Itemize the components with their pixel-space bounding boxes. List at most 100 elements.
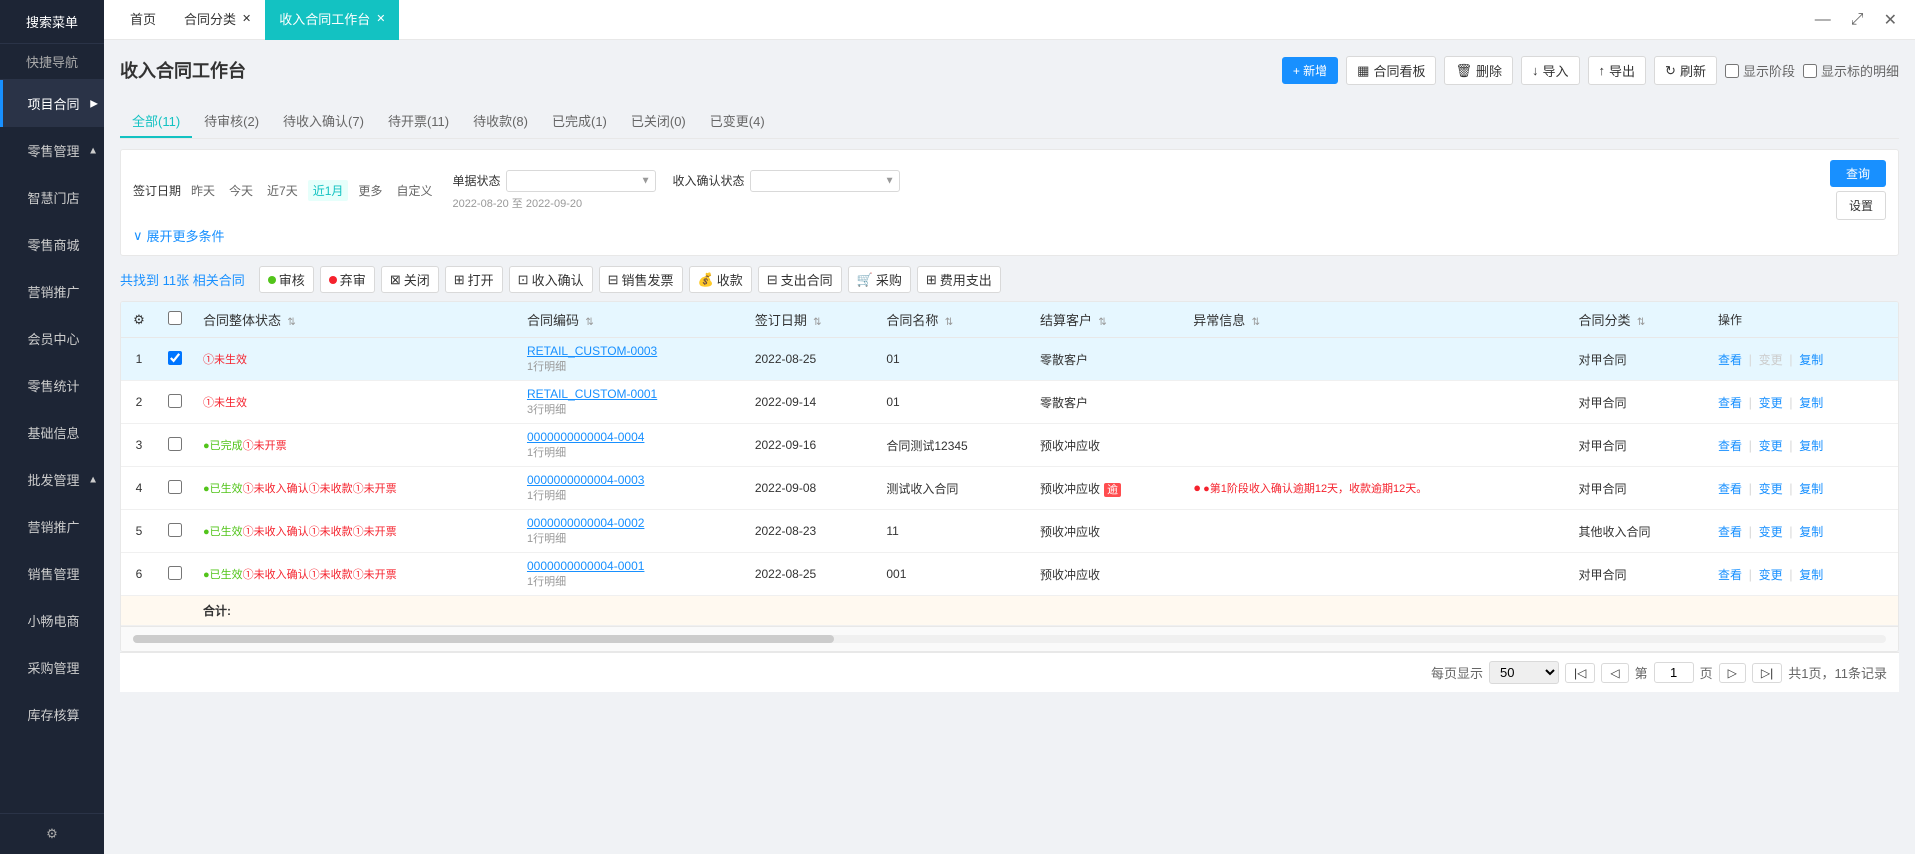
row-select-checkbox[interactable] <box>168 480 182 494</box>
contract-link[interactable]: 0000000000004-0004 <box>527 430 644 444</box>
sidebar-item-marketing2[interactable]: 营销推广 <box>0 503 104 550</box>
import-button[interactable]: ↓ 导入 <box>1521 56 1580 85</box>
today-link[interactable]: 今天 <box>225 180 257 201</box>
status-tab-changed[interactable]: 已变更(4) <box>698 105 777 138</box>
last-page-button[interactable]: ▷| <box>1752 663 1782 683</box>
refresh-button[interactable]: ↻ 刷新 <box>1654 56 1717 85</box>
status-tab-pending-review[interactable]: 待审核(2) <box>192 105 271 138</box>
op-查看[interactable]: 查看 <box>1718 568 1742 582</box>
row-select-checkbox[interactable] <box>168 394 182 408</box>
fee-out-button[interactable]: ⊞ 费用支出 <box>917 266 1001 293</box>
op-变更[interactable]: 变更 <box>1759 439 1783 453</box>
first-page-button[interactable]: |◁ <box>1565 663 1595 683</box>
query-button[interactable]: 查询 <box>1830 160 1886 187</box>
payment-button[interactable]: 💰 收款 <box>689 266 752 293</box>
row-checkbox[interactable] <box>157 553 193 596</box>
expense-out-button[interactable]: ⊟ 支出合同 <box>758 266 842 293</box>
contract-link[interactable]: RETAIL_CUSTOM-0001 <box>527 387 657 401</box>
minimize-button[interactable]: — <box>1809 9 1837 31</box>
status-tab-pending-payment[interactable]: 待收款(8) <box>461 105 540 138</box>
row-select-checkbox[interactable] <box>168 437 182 451</box>
maximize-button[interactable]: ⤢ <box>1845 9 1870 31</box>
export-button[interactable]: ↑ 导出 <box>1588 56 1647 85</box>
status-tab-completed[interactable]: 已完成(1) <box>540 105 619 138</box>
audit-button[interactable]: 审核 <box>259 266 314 293</box>
sales-invoice-button[interactable]: ⊟ 销售发票 <box>599 266 683 293</box>
sidebar-item-project[interactable]: 项目合同 ▶ <box>0 80 104 127</box>
income-confirm-button[interactable]: ⊡ 收入确认 <box>509 266 593 293</box>
page-input[interactable] <box>1654 662 1694 683</box>
next-page-button[interactable]: ▷ <box>1719 663 1746 683</box>
sidebar-item-retail-mall[interactable]: 零售商城 <box>0 221 104 268</box>
status-tab-closed[interactable]: 已关闭(0) <box>619 105 698 138</box>
row-select-checkbox[interactable] <box>168 351 182 365</box>
expand-button[interactable]: ∨ 展开更多条件 <box>133 226 225 245</box>
open-button[interactable]: ⊞ 打开 <box>445 266 503 293</box>
sidebar-settings-button[interactable]: ⚙ <box>0 813 104 854</box>
sidebar-item-purchase[interactable]: 采购管理 <box>0 644 104 691</box>
close-icon[interactable]: ✕ <box>242 12 251 25</box>
row-select-checkbox[interactable] <box>168 566 182 580</box>
tab-workbench[interactable]: 收入合同工作台 ✕ <box>265 0 399 40</box>
col-customer[interactable]: 结算客户 ⇅ <box>1030 302 1183 338</box>
col-exception[interactable]: 异常信息 ⇅ <box>1183 302 1568 338</box>
row-checkbox[interactable] <box>157 338 193 381</box>
sidebar-item-sales[interactable]: 销售管理 <box>0 550 104 597</box>
prev-page-button[interactable]: ◁ <box>1601 663 1628 683</box>
contract-link[interactable]: 0000000000004-0002 <box>527 516 644 530</box>
op-查看[interactable]: 查看 <box>1718 439 1742 453</box>
row-checkbox[interactable] <box>157 424 193 467</box>
op-复制[interactable]: 复制 <box>1799 396 1823 410</box>
more-link[interactable]: 更多 <box>354 180 386 201</box>
contract-link[interactable]: RETAIL_CUSTOM-0003 <box>527 344 657 358</box>
delete-button[interactable]: 🗑 删除 <box>1444 56 1513 85</box>
show-stage-input[interactable] <box>1725 64 1739 78</box>
col-settings[interactable]: ⚙ <box>121 302 157 338</box>
panel-button[interactable]: ▦ 合同看板 <box>1346 56 1436 85</box>
purchase-button[interactable]: 🛒 采购 <box>848 266 911 293</box>
row-select-checkbox[interactable] <box>168 523 182 537</box>
settings-gear[interactable]: ⚙ <box>133 312 145 327</box>
row-checkbox[interactable] <box>157 510 193 553</box>
col-category[interactable]: 合同分类 ⇅ <box>1568 302 1708 338</box>
show-detail-input[interactable] <box>1803 64 1817 78</box>
sidebar-item-marketing[interactable]: 营销推广 <box>0 268 104 315</box>
sidebar-nav[interactable]: 快捷导航 <box>0 44 104 80</box>
op-查看[interactable]: 查看 <box>1718 396 1742 410</box>
tab-home[interactable]: 首页 <box>116 0 170 40</box>
sidebar-item-smart-store[interactable]: 智慧门店 <box>0 174 104 221</box>
op-查看[interactable]: 查看 <box>1718 353 1742 367</box>
close-contract-button[interactable]: ⊠ 关闭 <box>381 266 439 293</box>
show-detail-checkbox[interactable]: 显示标的明细 <box>1803 61 1899 80</box>
op-变更[interactable]: 变更 <box>1759 482 1783 496</box>
scrollbar-thumb[interactable] <box>133 635 834 643</box>
sidebar-item-retail-stats[interactable]: 零售统计 <box>0 362 104 409</box>
status-tab-pending-invoice[interactable]: 待开票(11) <box>376 105 461 138</box>
status-tab-all[interactable]: 全部(11) <box>120 105 192 138</box>
sidebar-search[interactable]: 搜索菜单 <box>0 0 104 44</box>
op-查看[interactable]: 查看 <box>1718 525 1742 539</box>
sidebar-item-wholesale[interactable]: 批发管理 ▲ <box>0 456 104 503</box>
tab-contracts[interactable]: 合同分类 ✕ <box>170 0 265 40</box>
op-复制[interactable]: 复制 <box>1799 568 1823 582</box>
yesterday-link[interactable]: 昨天 <box>187 180 219 201</box>
op-变更[interactable]: 变更 <box>1759 396 1783 410</box>
contract-link[interactable]: 0000000000004-0003 <box>527 473 644 487</box>
show-stage-checkbox[interactable]: 显示阶段 <box>1725 61 1795 80</box>
col-code[interactable]: 合同编码 ⇅ <box>517 302 745 338</box>
new-button[interactable]: + 新增 <box>1282 57 1338 84</box>
sidebar-item-xiaochu[interactable]: 小畅电商 <box>0 597 104 644</box>
col-name[interactable]: 合同名称 ⇅ <box>876 302 1030 338</box>
op-复制[interactable]: 复制 <box>1799 439 1823 453</box>
close-button[interactable]: ✕ <box>1878 8 1903 32</box>
per-page-select[interactable]: 50 100 <box>1489 661 1559 684</box>
close-icon[interactable]: ✕ <box>376 12 385 25</box>
horizontal-scrollbar[interactable] <box>133 635 1886 643</box>
row-checkbox[interactable] <box>157 381 193 424</box>
op-复制[interactable]: 复制 <box>1799 482 1823 496</box>
doc-status-select[interactable] <box>506 170 656 192</box>
op-变更[interactable]: 变更 <box>1759 568 1783 582</box>
op-变更[interactable]: 变更 <box>1759 525 1783 539</box>
op-复制[interactable]: 复制 <box>1799 353 1823 367</box>
sidebar-item-inventory[interactable]: 库存核算 <box>0 691 104 738</box>
